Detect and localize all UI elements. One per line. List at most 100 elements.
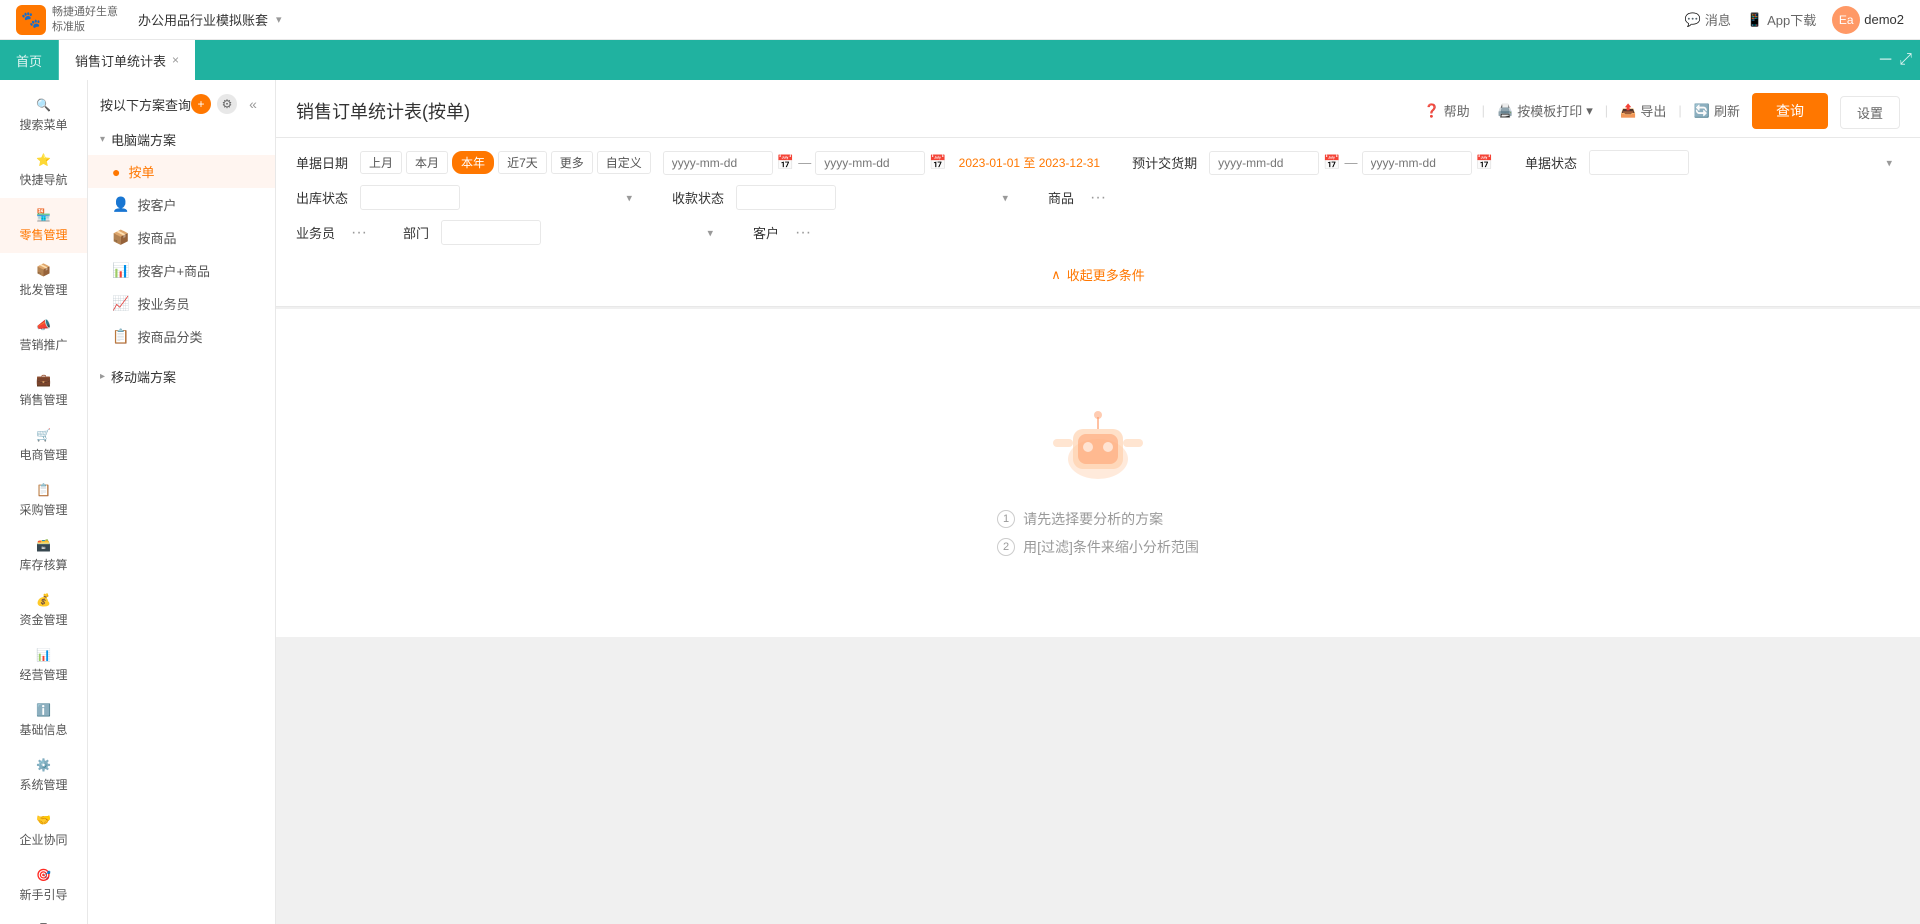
print-button[interactable]: 🖨️ 按模板打印 ▾	[1497, 101, 1593, 120]
sidebar-quick-nav[interactable]: ⭐ 快捷导航	[0, 143, 87, 198]
query-button[interactable]: 查询	[1752, 93, 1828, 129]
tab-minimize-icon[interactable]: ─	[1880, 51, 1891, 69]
scheme-group-pc-header[interactable]: ▾ 电脑端方案	[88, 124, 275, 155]
department-select[interactable]	[441, 220, 541, 245]
date-shortcuts: 上月 本月 本年 近7天 更多 自定义	[360, 151, 651, 174]
print-dropdown-icon[interactable]: ▾	[1586, 103, 1593, 119]
export-button[interactable]: 📤 导出	[1620, 101, 1666, 120]
date-label: 单据日期	[296, 153, 348, 172]
sidebar-item-system[interactable]: ⚙️ 系统管理	[0, 748, 87, 803]
scheme-group-mobile-header[interactable]: ▸ 移动端方案	[88, 361, 275, 392]
payment-status-select[interactable]	[736, 185, 836, 210]
doc-status-select[interactable]	[1589, 150, 1689, 175]
main-content: 销售订单统计表(按单) ❓ 帮助 | 🖨️ 按模板打印 ▾ | 📤	[276, 80, 1920, 924]
predicted-calendar-start-icon[interactable]: 📅	[1323, 154, 1340, 171]
collapse-bar[interactable]: ∧ 收起更多条件	[296, 255, 1900, 294]
scheme-item-by-order[interactable]: ● 按单	[88, 155, 275, 188]
basic-icon: ℹ️	[36, 703, 51, 717]
topbar: 🐾 畅捷通好生意 标准版 办公用品行业模拟账套 ▾ 💬 消息 📱 App下载 E…	[0, 0, 1920, 40]
sidebar-item-finance[interactable]: 💰 资金管理	[0, 583, 87, 638]
sidebar-item-retail[interactable]: 🏪 零售管理	[0, 198, 87, 253]
empty-icon	[1038, 389, 1158, 489]
date-btn-last-month[interactable]: 上月	[360, 151, 402, 174]
page-title: 销售订单统计表(按单)	[296, 98, 470, 124]
sidebar-item-inventory[interactable]: 🗃️ 库存核算	[0, 528, 87, 583]
page-header: 销售订单统计表(按单) ❓ 帮助 | 🖨️ 按模板打印 ▾ | 📤	[276, 80, 1920, 138]
sidebar-item-marketing[interactable]: 📣 营销推广	[0, 308, 87, 363]
customer-label: 客户	[753, 223, 779, 242]
tab-close-icon[interactable]: ×	[172, 53, 179, 67]
refresh-button[interactable]: 🔄 刷新	[1694, 101, 1740, 120]
date-btn-this-year[interactable]: 本年	[452, 151, 494, 174]
scheme-item-by-product[interactable]: 📦 按商品	[88, 221, 275, 254]
tab-maximize-icon[interactable]: ⤢	[1899, 51, 1912, 69]
scheme-item-by-customer[interactable]: 👤 按客户	[88, 188, 275, 221]
scheme-group-pc: ▾ 电脑端方案 ● 按单 👤 按客户 📦 按商品 📊 按客户+商品	[88, 120, 275, 357]
user-area[interactable]: Ea demo2	[1832, 6, 1904, 34]
date-btn-more[interactable]: 更多	[551, 151, 593, 174]
settings-button[interactable]: 设置	[1840, 96, 1900, 129]
sidebar-item-purchase[interactable]: 📋 采购管理	[0, 473, 87, 528]
collapse-panel-button[interactable]: «	[243, 94, 263, 114]
calendar-end-icon[interactable]: 📅	[929, 154, 946, 171]
scheme-item-by-cust-prod[interactable]: 📊 按客户+商品	[88, 254, 275, 287]
message-icon: 💬	[1685, 12, 1701, 28]
avatar: Ea	[1832, 6, 1860, 34]
sidebar-item-operations[interactable]: 📊 经营管理	[0, 638, 87, 693]
predicted-calendar-end-icon[interactable]: 📅	[1476, 154, 1493, 171]
predicted-date-end-input[interactable]	[1362, 151, 1472, 175]
hint-num-1: 1	[997, 510, 1015, 528]
app-download-button[interactable]: 📱 App下载	[1747, 10, 1816, 29]
payment-status-select-wrapper	[736, 185, 1016, 210]
salesman-ellipsis-icon[interactable]: ···	[347, 224, 371, 242]
date-end-input[interactable]	[815, 151, 925, 175]
sidebar-item-newbie[interactable]: 🎯 新手引导	[0, 858, 87, 913]
product-scheme-icon: 📦	[112, 229, 129, 246]
panel-header-icons: + ⚙ «	[191, 94, 263, 114]
date-btn-this-month[interactable]: 本月	[406, 151, 448, 174]
filter-row-other: 业务员 ··· 部门 客户 ···	[296, 220, 1900, 245]
empty-hints: 1 请先选择要分析的方案 2 用[过滤]条件来缩小分析范围	[997, 509, 1199, 557]
date-start-input[interactable]	[663, 151, 773, 175]
sidebar-item-appcenter[interactable]: 📱 应用中心	[0, 913, 87, 924]
product-ellipsis-icon[interactable]: ···	[1086, 189, 1110, 207]
user-name: demo2	[1864, 12, 1904, 27]
collapse-up-icon: ∧	[1051, 267, 1061, 283]
predicted-date-start-input[interactable]	[1209, 151, 1319, 175]
filter-row-status: 出库状态 收款状态 商品 ···	[296, 185, 1900, 210]
settings-scheme-button[interactable]: ⚙	[217, 94, 237, 114]
download-icon: 📱	[1747, 12, 1763, 28]
customer-scheme-icon: 👤	[112, 196, 129, 213]
tab-home[interactable]: 首页	[0, 40, 59, 80]
filter-area: 单据日期 上月 本月 本年 近7天 更多 自定义 📅 — 📅	[276, 138, 1920, 307]
help-icon: ❓	[1423, 103, 1439, 119]
app-title-dropdown-icon[interactable]: ▾	[276, 13, 282, 26]
filter-row-date: 单据日期 上月 本月 本年 近7天 更多 自定义 📅 — 📅	[296, 150, 1900, 175]
customer-ellipsis-icon[interactable]: ···	[791, 224, 815, 242]
delivery-status-select[interactable]	[360, 185, 460, 210]
calendar-start-icon[interactable]: 📅	[777, 154, 794, 171]
scheme-item-by-category[interactable]: 📋 按商品分类	[88, 320, 275, 353]
sidebar-item-sales[interactable]: 💼 销售管理	[0, 363, 87, 418]
sidebar-search[interactable]: 🔍 搜索菜单	[0, 88, 87, 143]
category-scheme-icon: 📋	[112, 328, 129, 345]
chevron-down-icon: ▾	[100, 134, 105, 145]
scheme-item-by-salesman[interactable]: 📈 按业务员	[88, 287, 275, 320]
department-label: 部门	[403, 223, 429, 242]
date-btn-custom[interactable]: 自定义	[597, 151, 651, 174]
sidebar-item-ecommerce[interactable]: 🛒 电商管理	[0, 418, 87, 473]
inventory-icon: 🗃️	[36, 538, 51, 552]
predicted-date-label: 预计交货期	[1132, 153, 1197, 172]
sidebar-item-enterprise[interactable]: 🤝 企业协同	[0, 803, 87, 858]
date-btn-last7[interactable]: 近7天	[498, 151, 547, 174]
doc-status-select-wrapper	[1589, 150, 1900, 175]
message-button[interactable]: 💬 消息	[1685, 10, 1731, 29]
sidebar-item-wholesale[interactable]: 📦 批发管理	[0, 253, 87, 308]
salesman-label: 业务员	[296, 223, 335, 242]
sidebar-item-basic[interactable]: ℹ️ 基础信息	[0, 693, 87, 748]
help-button[interactable]: ❓ 帮助	[1423, 101, 1469, 120]
add-scheme-button[interactable]: +	[191, 94, 211, 114]
tab-sales-stats[interactable]: 销售订单统计表 ×	[59, 40, 195, 80]
quick-nav-icon: ⭐	[36, 153, 51, 167]
payment-status-label: 收款状态	[672, 188, 724, 207]
